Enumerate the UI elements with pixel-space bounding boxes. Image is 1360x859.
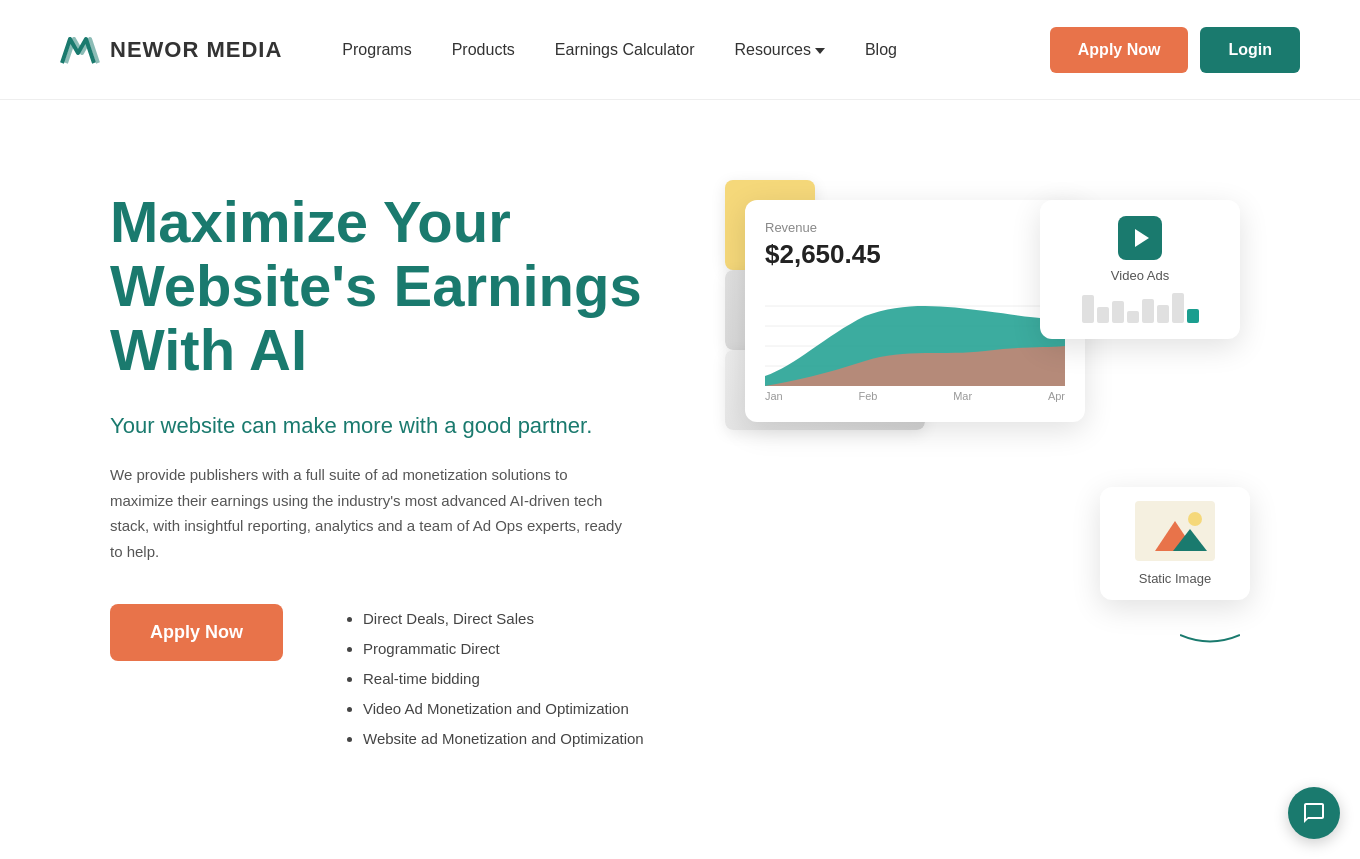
scroll-indicator <box>1180 630 1220 650</box>
blog-link[interactable]: Blog <box>865 41 897 58</box>
nav-item-products[interactable]: Products <box>452 41 515 59</box>
nav-item-resources[interactable]: Resources <box>734 41 824 59</box>
apply-now-hero-button[interactable]: Apply Now <box>110 604 283 661</box>
video-play-icon <box>1118 216 1162 260</box>
navbar-right: Apply Now Login <box>1050 27 1300 73</box>
resources-link[interactable]: Resources <box>734 41 824 59</box>
chat-icon <box>1302 801 1326 825</box>
nav-item-programs[interactable]: Programs <box>342 41 411 59</box>
static-image-card: Static Image <box>1100 487 1250 600</box>
feature-item: Real-time bidding <box>363 664 644 694</box>
feature-item: Direct Deals, Direct Sales <box>363 604 644 634</box>
revenue-card: Revenue $2,650.45 Jan Feb Mar <box>745 200 1085 422</box>
earnings-link[interactable]: Earnings Calculator <box>555 41 695 58</box>
static-image-label: Static Image <box>1114 571 1236 586</box>
navbar: NEWOR MEDIA Programs Products Earnings C… <box>0 0 1360 100</box>
revenue-label: Revenue <box>765 220 1065 235</box>
static-mountains-icon <box>1135 501 1215 561</box>
nav-links: Programs Products Earnings Calculator Re… <box>342 41 897 59</box>
video-ads-card: Video Ads <box>1040 200 1240 339</box>
chevron-down-icon <box>815 48 825 54</box>
hero-subtitle: Your website can make more with a good p… <box>110 411 685 442</box>
video-bars <box>1056 293 1224 323</box>
navbar-left: NEWOR MEDIA Programs Products Earnings C… <box>60 35 897 65</box>
hero-illustration: Revenue $2,650.45 Jan Feb Mar <box>725 180 1300 680</box>
chart-labels: Jan Feb Mar Apr <box>765 390 1065 402</box>
logo[interactable]: NEWOR MEDIA <box>60 35 282 65</box>
nav-item-earnings[interactable]: Earnings Calculator <box>555 41 695 59</box>
logo-text: NEWOR MEDIA <box>110 37 282 63</box>
video-ads-label: Video Ads <box>1056 268 1224 283</box>
programs-link[interactable]: Programs <box>342 41 411 58</box>
logo-icon <box>60 35 100 65</box>
nav-item-blog[interactable]: Blog <box>865 41 897 59</box>
revenue-amount: $2,650.45 <box>765 239 1065 270</box>
features-list: Direct Deals, Direct SalesProgrammatic D… <box>343 604 644 754</box>
apply-now-nav-button[interactable]: Apply Now <box>1050 27 1189 73</box>
hero-left: Maximize Your Website's Earnings With AI… <box>110 160 685 754</box>
logo-brand: NEWOR <box>110 37 199 62</box>
hero-cta-row: Apply Now Direct Deals, Direct SalesProg… <box>110 604 685 754</box>
logo-suffix: MEDIA <box>199 37 282 62</box>
revenue-chart <box>765 286 1065 386</box>
static-image-placeholder <box>1135 501 1215 561</box>
hero-body: We provide publishers with a full suite … <box>110 462 630 564</box>
login-button[interactable]: Login <box>1200 27 1300 73</box>
hero-title: Maximize Your Website's Earnings With AI <box>110 190 685 381</box>
chat-bubble-button[interactable] <box>1288 787 1340 839</box>
feature-item: Video Ad Monetization and Optimization <box>363 694 644 724</box>
feature-item: Website ad Monetization and Optimization <box>363 724 644 754</box>
products-link[interactable]: Products <box>452 41 515 58</box>
feature-item: Programmatic Direct <box>363 634 644 664</box>
hero-section: Maximize Your Website's Earnings With AI… <box>0 100 1360 859</box>
svg-point-10 <box>1188 512 1202 526</box>
